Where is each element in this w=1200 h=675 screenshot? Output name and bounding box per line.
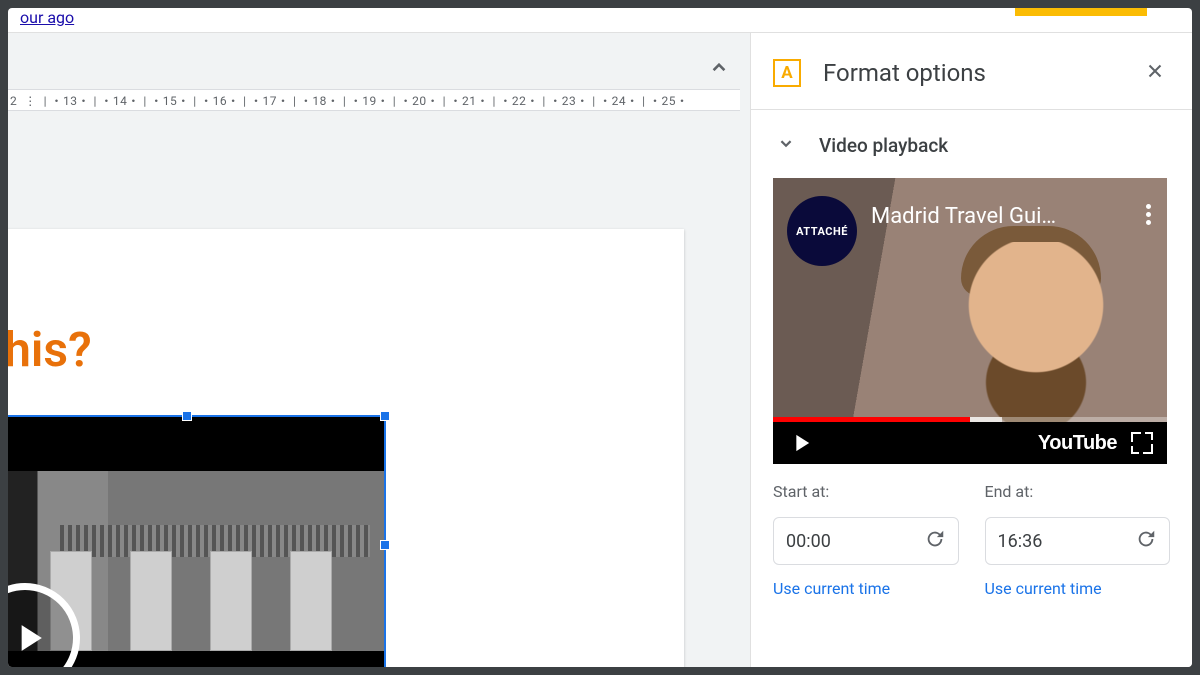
resize-handle[interactable] — [182, 411, 192, 421]
video-preview[interactable]: ATTACHÉ Madrid Travel Gui… YouTube — [773, 178, 1167, 464]
end-at-input[interactable]: 16:36 — [985, 517, 1171, 565]
video-playback-section-header[interactable]: Video playback — [751, 110, 1192, 178]
panel-title: Format options — [823, 59, 1144, 87]
slide[interactable]: this? — [8, 229, 684, 667]
video-title: Madrid Travel Gui… — [871, 204, 1056, 229]
slide-title-text: this? — [8, 321, 92, 378]
collapse-chevron-icon[interactable] — [706, 55, 732, 85]
refresh-icon[interactable] — [1135, 528, 1157, 555]
section-title: Video playback — [819, 134, 948, 157]
fullscreen-icon[interactable] — [1131, 432, 1153, 454]
use-current-time-end[interactable]: Use current time — [985, 579, 1171, 598]
format-options-panel: A Format options Video playback ATTACHÉ … — [750, 33, 1192, 667]
start-at-label: Start at: — [773, 482, 959, 501]
video-more-icon[interactable] — [1146, 204, 1151, 225]
resize-handle[interactable] — [380, 411, 390, 421]
format-options-icon: A — [773, 59, 801, 87]
youtube-logo[interactable]: YouTube — [1038, 432, 1117, 455]
horizontal-ruler: 2 ⋮ | ・13・ | ・14・ | ・15・ | ・16・ | ・17・ |… — [8, 89, 740, 111]
header-accent — [1015, 8, 1147, 16]
refresh-icon[interactable] — [924, 528, 946, 555]
chevron-down-icon — [775, 132, 797, 158]
close-icon[interactable] — [1144, 60, 1166, 86]
slide-canvas[interactable]: 2 ⋮ | ・13・ | ・14・ | ・15・ | ・16・ | ・17・ |… — [8, 33, 750, 667]
end-at-label: End at: — [985, 482, 1171, 501]
channel-badge: ATTACHÉ — [787, 196, 857, 266]
start-at-input[interactable]: 00:00 — [773, 517, 959, 565]
resize-handle[interactable] — [380, 540, 390, 550]
play-icon[interactable] — [787, 429, 815, 457]
use-current-time-start[interactable]: Use current time — [773, 579, 959, 598]
embedded-video[interactable] — [8, 415, 386, 667]
